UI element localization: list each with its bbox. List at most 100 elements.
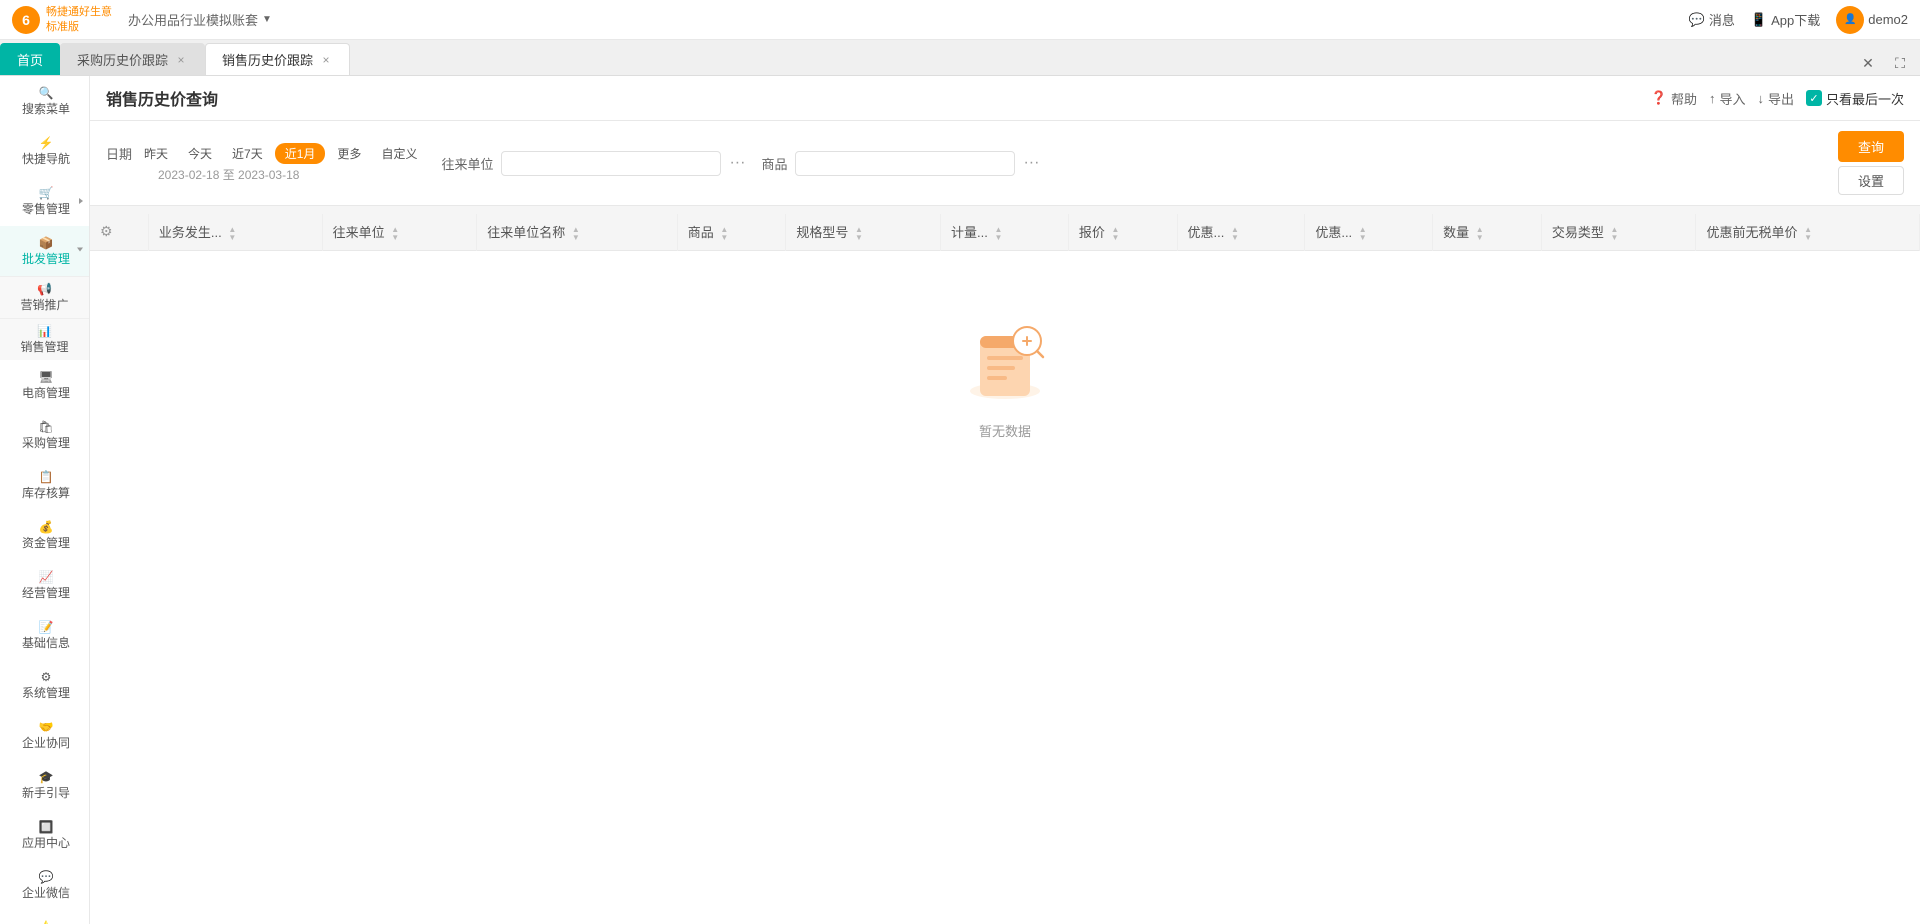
sidebar-item-finance[interactable]: 💰 资金管理 <box>0 510 89 560</box>
enterprise-icon: 🤝 <box>39 720 54 734</box>
maximize-button[interactable]: ⛶ <box>1888 51 1912 75</box>
col-discount1[interactable]: 优惠... ▲▼ <box>1177 214 1305 250</box>
top-bar: 6 畅捷通好生意 标准版 办公用品行业模拟账套 ▼ 💬 消息 📱 App下载 👤… <box>0 0 1920 40</box>
purchase-tab-close[interactable]: × <box>174 53 188 67</box>
sidebar-item-ecommerce[interactable]: 🖥 电商管理 <box>0 360 89 410</box>
goods-dots[interactable]: ··· <box>1023 154 1039 172</box>
table-settings-icon[interactable]: ⚙ <box>100 223 113 239</box>
col-goods[interactable]: 商品 ▲▼ <box>677 214 786 250</box>
date-filter-group: 日期 昨天 今天 近7天 近1月 更多 自定义 2023-02-18 至 202… <box>106 143 425 183</box>
partner-dots[interactable]: ··· <box>729 154 745 172</box>
sidebar-item-member[interactable]: ⭐ 畅会员 <box>0 910 89 924</box>
sidebar-item-guide[interactable]: 🎓 新手引导 <box>0 760 89 810</box>
export-icon: ↓ <box>1757 91 1764 106</box>
sidebar-item-wholesale[interactable]: 📦 批发管理 <box>0 226 89 276</box>
sidebar-item-app-center[interactable]: 🔲 应用中心 <box>0 810 89 860</box>
col-pretax-price[interactable]: 优惠前无税单价 ▲▼ <box>1696 214 1920 250</box>
help-button[interactable]: ❓ 帮助 <box>1651 89 1697 108</box>
content-area: 销售历史价查询 ❓ 帮助 ↑ 导入 ↓ 导出 ✓ 只看最后一次 <box>90 76 1920 924</box>
table-header-row: ⚙ 业务发生... ▲▼ 往来单位 ▲▼ 往来单位名称 <box>90 214 1920 250</box>
col-partner-code[interactable]: 往来单位 ▲▼ <box>322 214 477 250</box>
sort-icon: ▲▼ <box>391 226 399 242</box>
export-button[interactable]: ↓ 导出 <box>1757 89 1794 108</box>
date-option-last1month[interactable]: 近1月 <box>275 143 326 164</box>
sidebar-item-system[interactable]: ⚙ 系统管理 <box>0 660 89 710</box>
member-icon: ⭐ <box>39 920 54 924</box>
col-unit[interactable]: 计量... ▲▼ <box>941 214 1069 250</box>
col-biz-date[interactable]: 业务发生... ▲▼ <box>148 214 322 250</box>
sidebar-item-inventory[interactable]: 📋 库存核算 <box>0 460 89 510</box>
page-title: 销售历史价查询 <box>106 86 218 110</box>
data-table: ⚙ 业务发生... ▲▼ 往来单位 ▲▼ 往来单位名称 <box>90 214 1920 251</box>
empty-text: 暂无数据 <box>979 421 1031 440</box>
sidebar-item-enterprise[interactable]: 🤝 企业协同 <box>0 710 89 760</box>
sidebar-item-marketing[interactable]: 📢 营销推广 <box>0 276 89 318</box>
sales-tab-close[interactable]: × <box>319 53 333 67</box>
sidebar-item-wechat[interactable]: 💬 企业微信 <box>0 860 89 910</box>
date-option-more[interactable]: 更多 <box>329 143 369 164</box>
col-trade-type[interactable]: 交易类型 ▲▼ <box>1541 214 1696 250</box>
sidebar-item-quick-nav[interactable]: ⚡ 快捷导航 <box>0 126 89 176</box>
sidebar-item-search[interactable]: 🔍 搜索菜单 <box>0 76 89 126</box>
tab-home[interactable]: 首页 <box>0 43 60 75</box>
col-spec[interactable]: 规格型号 ▲▼ <box>786 214 941 250</box>
download-icon: 📱 <box>1751 12 1767 28</box>
col-settings[interactable]: ⚙ <box>90 214 148 250</box>
date-option-custom[interactable]: 自定义 <box>373 143 425 164</box>
date-option-yesterday[interactable]: 昨天 <box>136 143 176 164</box>
col-quote[interactable]: 报价 ▲▼ <box>1068 214 1177 250</box>
only-last-checkbox[interactable]: ✓ 只看最后一次 <box>1806 89 1904 108</box>
sort-icon: ▲▼ <box>1359 226 1367 242</box>
logo-area: 6 畅捷通好生意 标准版 <box>12 5 112 34</box>
checkbox-icon: ✓ <box>1806 90 1822 106</box>
settings-button[interactable]: 设置 <box>1838 166 1904 195</box>
sidebar-item-purchase-mgmt[interactable]: 🛍 采购管理 <box>0 410 89 460</box>
main-layout: 🔍 搜索菜单 ⚡ 快捷导航 🛒 零售管理 📦 批发管理 📢 营销推广 📊 销售管… <box>0 76 1920 924</box>
message-icon: 💬 <box>1689 12 1705 28</box>
sidebar: 🔍 搜索菜单 ⚡ 快捷导航 🛒 零售管理 📦 批发管理 📢 营销推广 📊 销售管… <box>0 76 90 924</box>
sort-icon: ▲▼ <box>1111 226 1119 242</box>
page-header: 销售历史价查询 ❓ 帮助 ↑ 导入 ↓ 导出 ✓ 只看最后一次 <box>90 76 1920 121</box>
close-tab-button[interactable]: ✕ <box>1856 51 1880 75</box>
top-bar-right: 💬 消息 📱 App下载 👤 demo2 <box>1689 6 1908 34</box>
date-label: 日期 <box>106 144 132 163</box>
query-button[interactable]: 查询 <box>1838 131 1904 162</box>
sidebar-item-basic-info[interactable]: 📝 基础信息 <box>0 610 89 660</box>
table-container: ⚙ 业务发生... ▲▼ 往来单位 ▲▼ 往来单位名称 <box>90 214 1920 924</box>
sort-icon: ▲▼ <box>1610 226 1618 242</box>
filter-actions: 查询 设置 <box>1838 131 1904 195</box>
date-option-today[interactable]: 今天 <box>180 143 220 164</box>
inventory-icon: 📋 <box>39 470 54 484</box>
purchase-mgmt-icon: 🛍 <box>38 420 53 434</box>
sidebar-item-operations[interactable]: 📈 经营管理 <box>0 560 89 610</box>
col-quantity[interactable]: 数量 ▲▼ <box>1433 214 1542 250</box>
marketing-icon: 📢 <box>37 282 52 296</box>
col-discount2[interactable]: 优惠... ▲▼ <box>1305 214 1433 250</box>
sidebar-item-sales-mgmt[interactable]: 📊 销售管理 <box>0 318 89 360</box>
tab-purchase[interactable]: 采购历史价跟踪 × <box>60 43 205 75</box>
app-center-icon: 🔲 <box>39 820 54 834</box>
import-button[interactable]: ↑ 导入 <box>1709 89 1746 108</box>
sort-icon: ▲▼ <box>572 226 580 242</box>
goods-label: 商品 <box>761 154 787 173</box>
col-partner-name[interactable]: 往来单位名称 ▲▼ <box>477 214 678 250</box>
workspace-selector[interactable]: 办公用品行业模拟账套 ▼ <box>120 6 280 33</box>
download-action[interactable]: 📱 App下载 <box>1751 10 1820 29</box>
goods-input[interactable] <box>795 151 1015 176</box>
sort-icon: ▲▼ <box>1231 226 1239 242</box>
goods-filter-group: 商品 ··· <box>761 151 1039 176</box>
date-option-last7days[interactable]: 近7天 <box>224 143 271 164</box>
partner-label: 往来单位 <box>441 154 493 173</box>
logo-icon: 6 <box>12 6 40 34</box>
sort-icon: ▲▼ <box>1476 226 1484 242</box>
tab-sales[interactable]: 销售历史价跟踪 × <box>205 43 350 75</box>
partner-input[interactable] <box>501 151 721 176</box>
system-icon: ⚙ <box>41 670 52 684</box>
sidebar-item-retail[interactable]: 🛒 零售管理 <box>0 176 89 226</box>
avatar: 👤 <box>1836 6 1864 34</box>
sort-icon: ▲▼ <box>720 226 728 242</box>
sort-icon: ▲▼ <box>228 226 236 242</box>
message-action[interactable]: 💬 消息 <box>1689 10 1735 29</box>
logo-text: 畅捷通好生意 标准版 <box>46 5 112 34</box>
user-action[interactable]: 👤 demo2 <box>1836 6 1908 34</box>
